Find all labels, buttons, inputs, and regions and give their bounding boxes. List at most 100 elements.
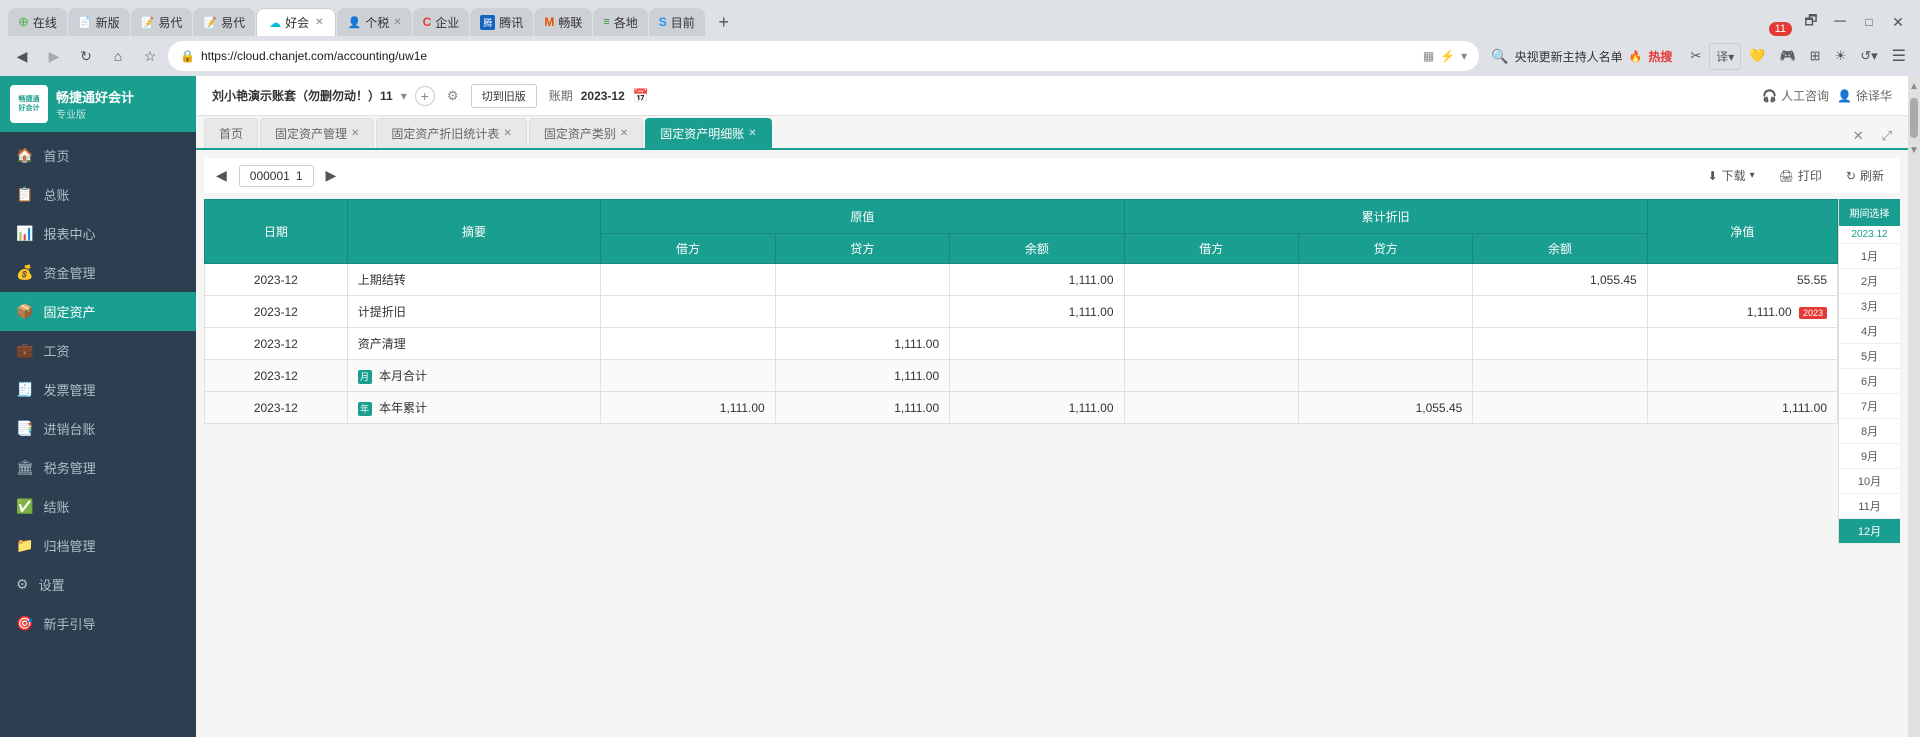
yidai2-favicon: 📝 [203, 16, 217, 29]
sidebar-item-guide[interactable]: 🎯 新手引导 [0, 604, 196, 643]
browser-tab-geshui[interactable]: 👤 个税 ✕ [337, 8, 411, 36]
browser-tab-yidai2[interactable]: 📝 易代 [193, 8, 255, 36]
period-month-11[interactable]: 11月 [1839, 494, 1900, 519]
scroll-thumb[interactable] [1910, 98, 1918, 138]
tengxun-tab-label: 腾讯 [499, 14, 523, 31]
period-month-5[interactable]: 5月 [1839, 344, 1900, 369]
sidebar-item-fixed-assets[interactable]: 📦 固定资产 [0, 292, 196, 331]
history-btn[interactable]: ↺▾ [1854, 44, 1883, 68]
scroll-up-btn[interactable]: ▲ [1908, 76, 1920, 96]
grid-btn[interactable]: ⊞ [1804, 44, 1827, 68]
dropdown-icon[interactable]: ▾ [1461, 49, 1467, 63]
page-tab-category[interactable]: 固定资产类别 ✕ [529, 118, 643, 148]
bookmark-btn[interactable]: ☆ [136, 42, 164, 70]
period-month-9[interactable]: 9月 [1839, 444, 1900, 469]
switch-version-btn[interactable]: 切到旧版 [471, 84, 537, 108]
scissors-btn[interactable]: ✂ [1684, 44, 1707, 68]
window-minimize-btn[interactable]: ─ [1826, 8, 1854, 36]
refresh-btn[interactable]: ↻ 刷新 [1838, 164, 1892, 187]
orig-debit-header: 借方 [601, 234, 775, 264]
page-tab-detail-ledger[interactable]: 固定资产明细账 ✕ [645, 118, 771, 148]
window-maximize-btn[interactable]: □ [1855, 8, 1883, 36]
address-box[interactable]: 🔒 https://cloud.chanjet.com/accounting/u… [168, 41, 1479, 71]
sidebar-item-archive[interactable]: 📁 归档管理 [0, 526, 196, 565]
browser-tab-yidai1[interactable]: 📝 易代 [131, 8, 193, 36]
download-btn[interactable]: ⬇ 下载 ▾ [1700, 164, 1763, 187]
tab4-close-icon[interactable]: ✕ [748, 128, 756, 139]
page-tab-assets-mgmt[interactable]: 固定资产管理 ✕ [260, 118, 374, 148]
cell-date-2: 2023-12 [205, 296, 348, 328]
sidebar-item-sales[interactable]: 📑 进销台账 [0, 409, 196, 448]
browser-frame: ⊕ 在线 📄 新版 📝 易代 📝 易代 ☁ 好会 ✕ 👤 个税 ✕ C 企业 [0, 0, 1920, 76]
cell-accum-credit-1 [1298, 264, 1472, 296]
settings-icon-btn[interactable]: ⚙ [443, 86, 463, 106]
wallet-btn[interactable]: 💛 [1743, 44, 1771, 68]
period-month-1[interactable]: 1月 [1839, 244, 1900, 269]
browser-tab-chang[interactable]: M 畅联 [534, 8, 592, 36]
calendar-icon[interactable]: 📅 [633, 88, 649, 104]
browser-tab-tengxun[interactable]: 腾 腾讯 [470, 8, 533, 36]
page-expand-btn[interactable]: ⤢ [1874, 124, 1900, 148]
dropdown-arrow[interactable]: ▾ [401, 89, 407, 103]
sidebar-item-general-ledger[interactable]: 📋 总账 [0, 175, 196, 214]
page-tab-depreciation[interactable]: 固定资产折旧统计表 ✕ [376, 118, 526, 148]
period-month-2[interactable]: 2月 [1839, 269, 1900, 294]
brightness-btn[interactable]: ☀ [1829, 44, 1853, 68]
hot-icon: 🔥 [1629, 50, 1643, 63]
page-close-btn[interactable]: ✕ [1845, 124, 1872, 148]
sidebar-item-reports[interactable]: 📊 报表中心 [0, 214, 196, 253]
cell-accum-credit-5: 1,055.45 [1298, 392, 1472, 424]
period-selector-title: 期间选择 [1839, 199, 1900, 226]
browser-tab-qiye[interactable]: C 企业 [413, 8, 470, 36]
sidebar-item-home[interactable]: 🏠 首页 [0, 136, 196, 175]
tab3-close-icon[interactable]: ✕ [620, 128, 628, 139]
sidebar-item-salary[interactable]: 💼 工资 [0, 331, 196, 370]
support-btn[interactable]: 🎧 人工咨询 [1762, 87, 1829, 104]
new-tab-button[interactable]: + [710, 8, 738, 36]
browser-tab-gedi[interactable]: ≡ 各地 [593, 8, 647, 36]
new-tab-label: 新版 [96, 14, 120, 31]
window-close-btn[interactable]: ✕ [1884, 8, 1912, 36]
user-name: 刘小艳演示账套（勿删勿动！）11 [212, 87, 393, 104]
ssl-icon: 🔒 [180, 49, 195, 63]
tab1-close-icon[interactable]: ✕ [351, 128, 359, 139]
cell-accum-balance-1: 1,055.45 [1473, 264, 1647, 296]
haohui-close-icon[interactable]: ✕ [315, 17, 323, 28]
back-btn[interactable]: ◀ [8, 42, 36, 70]
period-month-6[interactable]: 6月 [1839, 369, 1900, 394]
home-btn[interactable]: ⌂ [104, 42, 132, 70]
muqian-tab-label: 目前 [671, 14, 695, 31]
period-month-12[interactable]: 12月 [1839, 519, 1900, 544]
scroll-down-btn[interactable]: ▼ [1908, 140, 1920, 160]
period-month-7[interactable]: 7月 [1839, 394, 1900, 419]
window-restore-btn[interactable]: 🗗 [1797, 8, 1825, 36]
sidebar: 畅捷通好会计 畅捷通好会计 专业版 🏠 首页 📋 总账 📊 报表中心 💰 [0, 76, 196, 737]
sidebar-item-settings[interactable]: ⚙ 设置 [0, 565, 196, 604]
period-month-10[interactable]: 10月 [1839, 469, 1900, 494]
browser-tab-haohui[interactable]: ☁ 好会 ✕ [256, 8, 336, 36]
sidebar-item-invoice[interactable]: 🧾 发票管理 [0, 370, 196, 409]
sidebar-item-funds[interactable]: 💰 资金管理 [0, 253, 196, 292]
user-avatar[interactable]: 👤 徐译华 [1837, 87, 1892, 104]
forward-btn[interactable]: ▶ [40, 42, 68, 70]
game-btn[interactable]: 🎮 [1773, 44, 1801, 68]
browser-tab-muqian[interactable]: S 目前 [649, 8, 705, 36]
period-month-4[interactable]: 4月 [1839, 319, 1900, 344]
period-month-3[interactable]: 3月 [1839, 294, 1900, 319]
sidebar-item-closing[interactable]: ✅ 结账 [0, 487, 196, 526]
next-account-btn[interactable]: ▶ [322, 165, 341, 186]
reload-btn[interactable]: ↻ [72, 42, 100, 70]
add-account-btn[interactable]: + [415, 86, 435, 106]
print-btn[interactable]: 🖨 打印 [1771, 164, 1830, 187]
tab2-close-icon[interactable]: ✕ [503, 128, 511, 139]
translate-btn[interactable]: 译▾ [1709, 43, 1741, 70]
menu-btn[interactable]: ☰ [1886, 42, 1912, 70]
chang-tab-label: 畅联 [558, 14, 582, 31]
browser-tab-new[interactable]: 📄 新版 [68, 8, 130, 36]
browser-tab-online[interactable]: ⊕ 在线 [8, 8, 67, 36]
page-tab-home[interactable]: 首页 [204, 118, 258, 148]
sidebar-item-tax[interactable]: 🏛 税务管理 [0, 448, 196, 487]
period-month-8[interactable]: 8月 [1839, 419, 1900, 444]
prev-account-btn[interactable]: ◀ [212, 165, 231, 186]
geshui-close-icon[interactable]: ✕ [393, 17, 401, 28]
